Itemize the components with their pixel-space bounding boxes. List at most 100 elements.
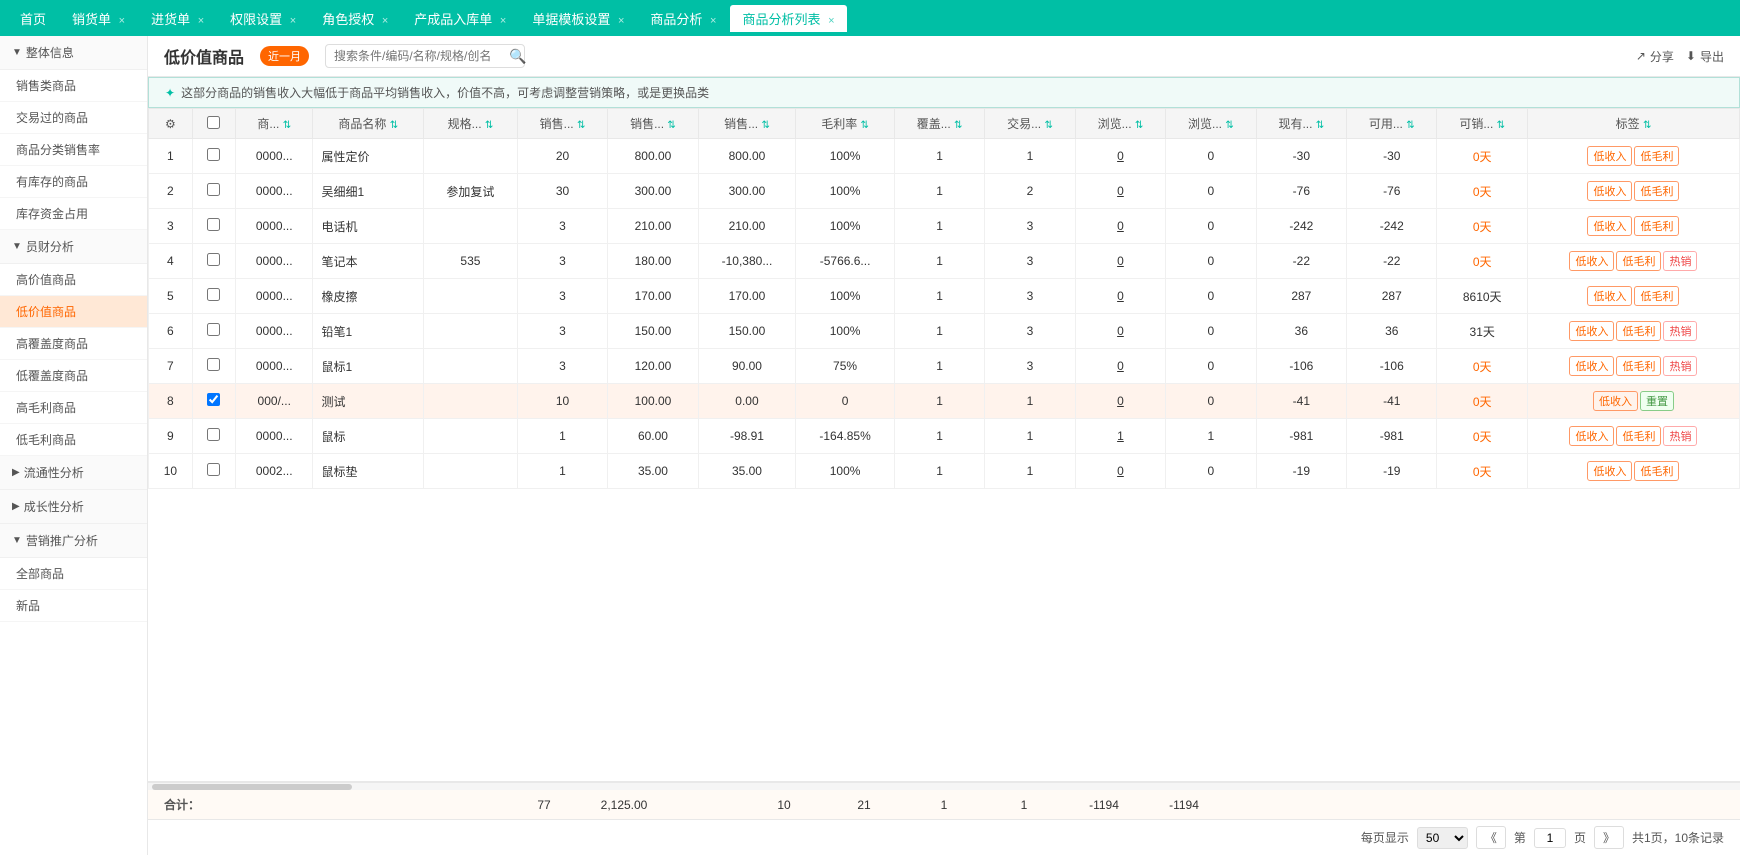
row-checkbox[interactable] [207, 393, 220, 406]
cell-checkbox[interactable] [192, 349, 235, 384]
sidebar-item-category-rate[interactable]: 商品分类销售率 [0, 134, 147, 166]
cell-browse1[interactable]: 0 [1075, 384, 1165, 419]
cell-checkbox[interactable] [192, 419, 235, 454]
search-input[interactable] [325, 44, 525, 68]
th-sales2[interactable]: 销售... ⇅ [608, 109, 698, 139]
cell-browse1[interactable]: 0 [1075, 174, 1165, 209]
cell-browse1[interactable]: 0 [1075, 244, 1165, 279]
th-sales3[interactable]: 销售... ⇅ [698, 109, 796, 139]
close-icon[interactable]: × [828, 15, 834, 27]
sidebar-item-high-value[interactable]: 高价值商品 [0, 264, 147, 296]
th-margin[interactable]: 毛利率 ⇅ [796, 109, 895, 139]
th-stock[interactable]: 现有... ⇅ [1256, 109, 1346, 139]
cell-checkbox[interactable] [192, 384, 235, 419]
cell-checkbox[interactable] [192, 279, 235, 314]
th-browse1[interactable]: 浏览... ⇅ [1075, 109, 1165, 139]
th-name[interactable]: 商品名称 ⇅ [313, 109, 424, 139]
cell-browse1[interactable]: 0 [1075, 454, 1165, 489]
close-icon[interactable]: × [500, 15, 506, 27]
nav-item-analysis[interactable]: 商品分析 × [638, 5, 728, 32]
nav-item-purchase[interactable]: 进货单 × [139, 5, 216, 32]
sidebar-section-growth[interactable]: ▶成长性分析 [0, 490, 147, 524]
sidebar-item-capital[interactable]: 库存资金占用 [0, 198, 147, 230]
export-button[interactable]: ⬇ 导出 [1686, 48, 1724, 65]
th-available[interactable]: 可用... ⇅ [1347, 109, 1437, 139]
th-browse2[interactable]: 浏览... ⇅ [1166, 109, 1256, 139]
cell-sales3: 0.00 [698, 384, 796, 419]
sidebar-section-marketing[interactable]: ▼营销推广分析 [0, 524, 147, 558]
sidebar-item-new-products[interactable]: 新品 [0, 590, 147, 622]
sidebar-section-finance[interactable]: ▼员财分析 [0, 230, 147, 264]
sidebar-item-high-margin[interactable]: 高毛利商品 [0, 392, 147, 424]
close-icon[interactable]: × [710, 15, 716, 27]
th-tags[interactable]: 标签 ⇅ [1527, 109, 1739, 139]
th-settings[interactable]: ⚙ [149, 109, 193, 139]
cell-browse1[interactable]: 0 [1075, 209, 1165, 244]
sidebar-section-circulation[interactable]: ▶流通性分析 [0, 456, 147, 490]
search-icon[interactable]: 🔍 [509, 48, 526, 65]
sidebar-item-high-coverage[interactable]: 高覆盖度商品 [0, 328, 147, 360]
close-icon[interactable]: × [198, 15, 204, 27]
tag-badge: 低收入 [1587, 286, 1632, 306]
cell-checkbox[interactable] [192, 209, 235, 244]
close-icon[interactable]: × [119, 15, 125, 27]
cell-checkbox[interactable] [192, 139, 235, 174]
tag-badge: 重置 [1640, 391, 1674, 411]
cell-checkbox[interactable] [192, 174, 235, 209]
sidebar-item-all-products[interactable]: 全部商品 [0, 558, 147, 590]
th-checkbox[interactable] [192, 109, 235, 139]
sidebar-item-low-value[interactable]: 低价值商品 [0, 296, 147, 328]
cell-browse1[interactable]: 0 [1075, 279, 1165, 314]
row-checkbox[interactable] [207, 253, 220, 266]
scrollbar-thumb[interactable] [152, 784, 352, 790]
th-code[interactable]: 商... ⇅ [236, 109, 313, 139]
cell-checkbox[interactable] [192, 244, 235, 279]
th-coverage[interactable]: 覆盖... ⇅ [894, 109, 984, 139]
th-sales1[interactable]: 销售... ⇅ [517, 109, 607, 139]
row-checkbox[interactable] [207, 218, 220, 231]
nav-item-role[interactable]: 角色授权 × [310, 5, 400, 32]
row-checkbox[interactable] [207, 183, 220, 196]
cell-checkbox[interactable] [192, 314, 235, 349]
sidebar-section-overall[interactable]: ▼整体信息 [0, 36, 147, 70]
nav-item-home[interactable]: 首页 [8, 5, 58, 32]
sidebar-item-stock[interactable]: 有库存的商品 [0, 166, 147, 198]
row-checkbox[interactable] [207, 463, 220, 476]
time-badge[interactable]: 近一月 [260, 46, 309, 66]
page-number-input[interactable] [1534, 828, 1566, 848]
cell-sales2: 100.00 [608, 384, 698, 419]
sidebar-item-low-coverage[interactable]: 低覆盖度商品 [0, 360, 147, 392]
cell-browse1[interactable]: 0 [1075, 139, 1165, 174]
cell-available: -981 [1347, 419, 1437, 454]
share-button[interactable]: ↗ 分享 [1636, 48, 1674, 65]
nav-item-permission[interactable]: 权限设置 × [218, 5, 308, 32]
close-icon[interactable]: × [618, 15, 624, 27]
nav-item-analysis-list[interactable]: 商品分析列表 × [730, 5, 846, 32]
th-saleable[interactable]: 可销... ⇅ [1437, 109, 1527, 139]
horizontal-scrollbar[interactable] [148, 782, 1740, 790]
next-page-button[interactable]: 》 [1594, 826, 1624, 849]
select-all-checkbox[interactable] [207, 116, 220, 129]
row-checkbox[interactable] [207, 428, 220, 441]
cell-browse1[interactable]: 0 [1075, 349, 1165, 384]
close-icon[interactable]: × [290, 15, 296, 27]
cell-browse1[interactable]: 0 [1075, 314, 1165, 349]
th-trade[interactable]: 交易... ⇅ [985, 109, 1075, 139]
nav-item-sales[interactable]: 销货单 × [60, 5, 137, 32]
th-spec[interactable]: 规格... ⇅ [424, 109, 518, 139]
totals-col2: 2,125.00 [584, 798, 664, 812]
row-checkbox[interactable] [207, 148, 220, 161]
close-icon[interactable]: × [382, 15, 388, 27]
first-page-button[interactable]: 《 [1476, 826, 1506, 849]
nav-item-product[interactable]: 产成品入库单 × [402, 5, 518, 32]
row-checkbox[interactable] [207, 288, 220, 301]
page-size-select[interactable]: 50 100 200 [1417, 827, 1468, 849]
sidebar-item-sales-category[interactable]: 销售类商品 [0, 70, 147, 102]
cell-checkbox[interactable] [192, 454, 235, 489]
row-checkbox[interactable] [207, 323, 220, 336]
sidebar-item-traded[interactable]: 交易过的商品 [0, 102, 147, 134]
row-checkbox[interactable] [207, 358, 220, 371]
cell-browse1[interactable]: 1 [1075, 419, 1165, 454]
sidebar-item-low-margin[interactable]: 低毛利商品 [0, 424, 147, 456]
nav-item-template[interactable]: 单据模板设置 × [520, 5, 636, 32]
